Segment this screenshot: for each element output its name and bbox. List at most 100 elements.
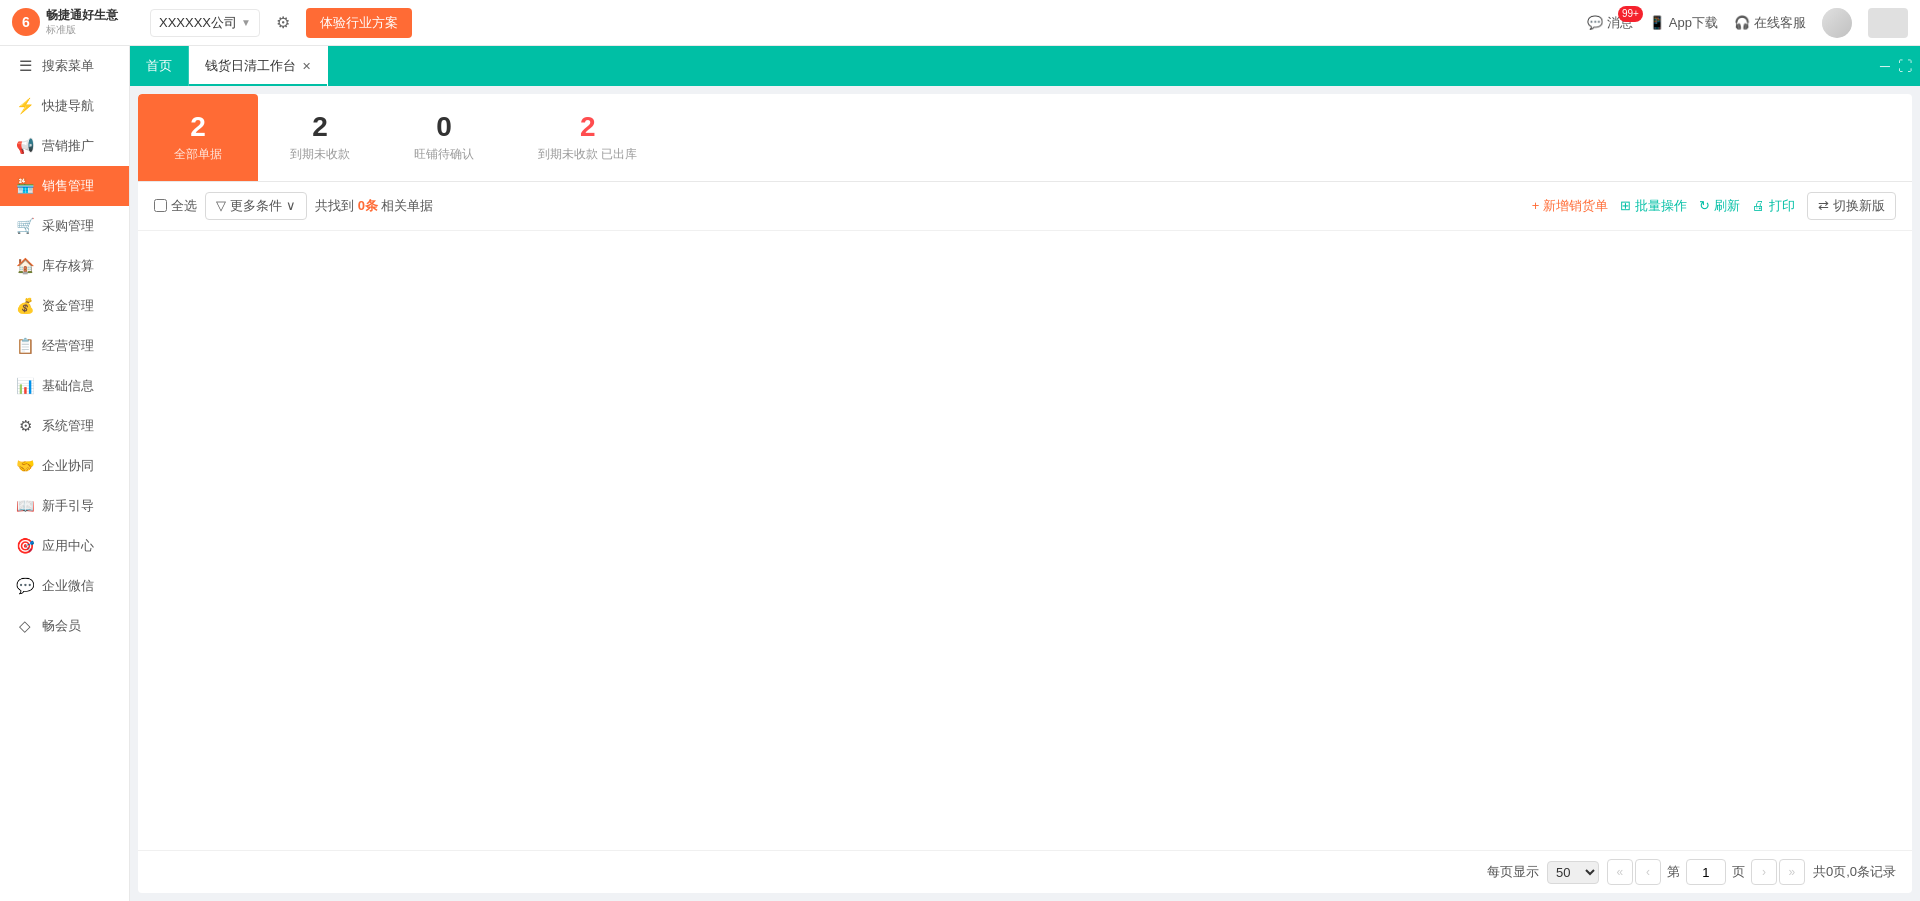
stat-card-out[interactable]: 2 到期未收款 已出库 bbox=[506, 94, 669, 181]
batch-icon: ⊞ bbox=[1620, 198, 1631, 213]
wechat-icon: 💬 bbox=[16, 577, 34, 595]
tab-close-icon[interactable]: ✕ bbox=[302, 61, 311, 72]
inventory-icon: 🏠 bbox=[16, 257, 34, 275]
sidebar-item-finance[interactable]: 💰 资金管理 bbox=[0, 286, 129, 326]
page-input[interactable] bbox=[1686, 859, 1726, 885]
main-content: 2 全部单据 2 到期未收款 0 旺铺待确认 2 到期未收款 已出库 全选 bbox=[130, 86, 1920, 901]
guide-icon: 📖 bbox=[16, 497, 34, 515]
page-label: 第 bbox=[1667, 863, 1680, 881]
tab-bar-actions: ─ ⛶ bbox=[1880, 58, 1920, 74]
quick-nav-icon: ⚡ bbox=[16, 97, 34, 115]
sidebar-item-enterprise[interactable]: 🤝 企业协同 bbox=[0, 446, 129, 486]
online-service-button[interactable]: 🎧 在线客服 bbox=[1734, 14, 1806, 32]
sidebar-item-guide[interactable]: 📖 新手引导 bbox=[0, 486, 129, 526]
logo-area: 6 畅捷通好生意 标准版 bbox=[12, 8, 142, 36]
company-selector[interactable]: XXXXXX公司 ▼ bbox=[150, 9, 260, 37]
sidebar-item-sales[interactable]: 🏪 销售管理 bbox=[0, 166, 129, 206]
app-download-button[interactable]: 📱 App下载 bbox=[1649, 14, 1718, 32]
tab-minimize-icon[interactable]: ─ bbox=[1880, 58, 1890, 74]
pagination: 每页显示 50 100 200 « ‹ 第 页 › » 共0页,0条记录 bbox=[138, 850, 1912, 893]
sidebar-item-label: 基础信息 bbox=[42, 377, 94, 395]
sidebar-item-appstore[interactable]: 🎯 应用中心 bbox=[0, 526, 129, 566]
appstore-icon: 🎯 bbox=[16, 537, 34, 555]
sidebar-item-member[interactable]: ◇ 畅会员 bbox=[0, 606, 129, 646]
print-button[interactable]: 🖨 打印 bbox=[1752, 197, 1795, 215]
batch-button[interactable]: ⊞ 批量操作 bbox=[1620, 197, 1687, 215]
toolbar-right: + 新增销货单 ⊞ 批量操作 ↻ 刷新 🖨 打印 ⇄ 切换新版 bbox=[1532, 192, 1896, 220]
content-panel: 2 全部单据 2 到期未收款 0 旺铺待确认 2 到期未收款 已出库 全选 bbox=[138, 94, 1912, 893]
tab-work[interactable]: 钱货日清工作台 ✕ bbox=[189, 46, 328, 86]
sidebar-item-label: 营销推广 bbox=[42, 137, 94, 155]
sidebar-item-label: 新手引导 bbox=[42, 497, 94, 515]
chevron-down-icon: ▼ bbox=[241, 17, 251, 28]
add-button[interactable]: + 新增销货单 bbox=[1532, 197, 1608, 215]
stat-card-overdue[interactable]: 2 到期未收款 bbox=[258, 94, 382, 181]
page-size-select[interactable]: 50 100 200 bbox=[1547, 861, 1599, 884]
refresh-button[interactable]: ↻ 刷新 bbox=[1699, 197, 1740, 215]
avatar[interactable] bbox=[1822, 8, 1852, 38]
select-all-input[interactable] bbox=[154, 199, 167, 212]
stat-card-all[interactable]: 2 全部单据 bbox=[138, 94, 258, 181]
sidebar-item-inventory[interactable]: 🏠 库存核算 bbox=[0, 246, 129, 286]
service-icon: 🎧 bbox=[1734, 15, 1750, 30]
logo-icon: 6 bbox=[12, 8, 40, 36]
prev-page-button[interactable]: ‹ bbox=[1635, 859, 1661, 885]
settings-button[interactable]: ⚙ bbox=[268, 8, 298, 38]
toolbar: 全选 ▽ 更多条件 ∨ 共找到 0条 相关单据 + 新增销货单 ⊞ bbox=[138, 182, 1912, 231]
chevron-down-icon: ∨ bbox=[286, 198, 296, 213]
search-menu-icon: ☰ bbox=[16, 57, 34, 75]
switch-icon: ⇄ bbox=[1818, 198, 1829, 213]
tab-expand-icon[interactable]: ⛶ bbox=[1898, 58, 1912, 74]
filter-button[interactable]: ▽ 更多条件 ∨ bbox=[205, 192, 307, 220]
top-header: 6 畅捷通好生意 标准版 XXXXXX公司 ▼ ⚙ 体验行业方案 💬 消息 99… bbox=[0, 0, 1920, 46]
last-page-button[interactable]: » bbox=[1779, 859, 1805, 885]
sidebar-item-label: 库存核算 bbox=[42, 257, 94, 275]
download-icon: 📱 bbox=[1649, 15, 1665, 30]
filter-icon: ▽ bbox=[216, 198, 226, 213]
system-icon: ⚙ bbox=[16, 417, 34, 435]
sales-icon: 🏪 bbox=[16, 177, 34, 195]
sidebar-item-marketing[interactable]: 📢 营销推广 bbox=[0, 126, 129, 166]
sidebar-item-wechat[interactable]: 💬 企业微信 bbox=[0, 566, 129, 606]
page-total: 共0页,0条记录 bbox=[1813, 863, 1896, 881]
sidebar-item-label: 搜索菜单 bbox=[42, 57, 94, 75]
sidebar-item-label: 资金管理 bbox=[42, 297, 94, 315]
purchase-icon: 🛒 bbox=[16, 217, 34, 235]
header-right: 💬 消息 99+ 📱 App下载 🎧 在线客服 bbox=[1587, 8, 1908, 38]
next-page-button[interactable]: › bbox=[1751, 859, 1777, 885]
refresh-icon: ↻ bbox=[1699, 198, 1710, 213]
sidebar-item-purchase[interactable]: 🛒 采购管理 bbox=[0, 206, 129, 246]
sidebar-item-label: 畅会员 bbox=[42, 617, 81, 635]
avatar-image bbox=[1822, 8, 1852, 38]
page-label-end: 页 bbox=[1732, 863, 1745, 881]
sidebar-item-search[interactable]: ☰ 搜索菜单 bbox=[0, 46, 129, 86]
sidebar-item-label: 销售管理 bbox=[42, 177, 94, 195]
sidebar-item-label: 应用中心 bbox=[42, 537, 94, 555]
sidebar-item-basic[interactable]: 📊 基础信息 bbox=[0, 366, 129, 406]
member-icon: ◇ bbox=[16, 617, 34, 635]
table-area bbox=[138, 231, 1912, 850]
sidebar-item-label: 系统管理 bbox=[42, 417, 94, 435]
sidebar-item-label: 快捷导航 bbox=[42, 97, 94, 115]
select-all-checkbox[interactable]: 全选 bbox=[154, 197, 197, 215]
user-menu[interactable] bbox=[1868, 8, 1908, 38]
print-icon: 🖨 bbox=[1752, 198, 1765, 213]
sidebar-item-system[interactable]: ⚙ 系统管理 bbox=[0, 406, 129, 446]
sidebar-item-label: 经营管理 bbox=[42, 337, 94, 355]
logo-text: 畅捷通好生意 标准版 bbox=[46, 8, 118, 36]
switch-version-button[interactable]: ⇄ 切换新版 bbox=[1807, 192, 1896, 220]
message-button[interactable]: 💬 消息 99+ bbox=[1587, 14, 1633, 32]
sidebar-item-label: 企业微信 bbox=[42, 577, 94, 595]
sidebar-item-label: 采购管理 bbox=[42, 217, 94, 235]
found-text: 共找到 0条 相关单据 bbox=[315, 197, 433, 215]
tab-home[interactable]: 首页 bbox=[130, 46, 189, 86]
stat-cards: 2 全部单据 2 到期未收款 0 旺铺待确认 2 到期未收款 已出库 bbox=[138, 94, 1912, 182]
stat-card-pending[interactable]: 0 旺铺待确认 bbox=[382, 94, 506, 181]
finance-icon: 💰 bbox=[16, 297, 34, 315]
sidebar-item-quick[interactable]: ⚡ 快捷导航 bbox=[0, 86, 129, 126]
marketing-icon: 📢 bbox=[16, 137, 34, 155]
sidebar-item-operations[interactable]: 📋 经营管理 bbox=[0, 326, 129, 366]
first-page-button[interactable]: « bbox=[1607, 859, 1633, 885]
message-icon: 💬 bbox=[1587, 15, 1603, 30]
experience-button[interactable]: 体验行业方案 bbox=[306, 8, 412, 38]
